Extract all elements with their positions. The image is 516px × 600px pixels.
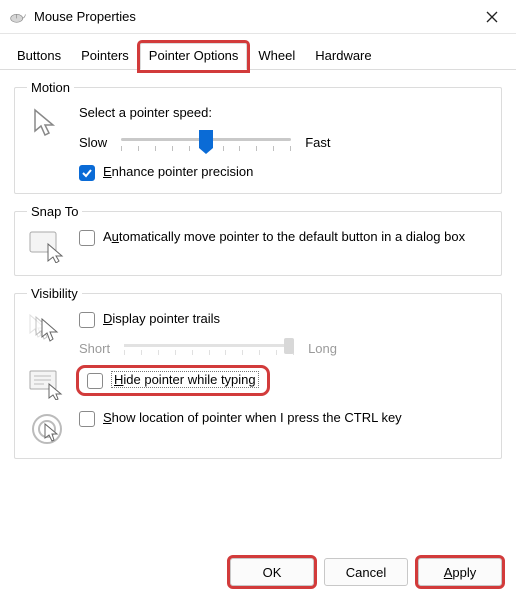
ok-button[interactable]: OK [230, 558, 314, 586]
trails-icon [27, 311, 67, 343]
display-trails-label: Display pointer trails [103, 311, 220, 326]
tab-hardware[interactable]: Hardware [306, 43, 380, 70]
auto-move-label: Automatically move pointer to the defaul… [103, 229, 465, 244]
short-label: Short [79, 341, 110, 356]
slow-label: Slow [79, 135, 107, 150]
enhance-precision-checkbox[interactable]: Enhance pointer precision [79, 164, 489, 181]
close-button[interactable] [474, 3, 510, 31]
check-icon [82, 168, 92, 178]
window-title: Mouse Properties [34, 9, 474, 24]
tab-pointer-options[interactable]: Pointer Options [140, 43, 248, 70]
trail-length-slider [124, 336, 294, 360]
slider-thumb[interactable] [199, 130, 213, 148]
display-trails-checkbox[interactable]: Display pointer trails [79, 311, 489, 328]
apply-button[interactable]: Apply [418, 558, 502, 586]
hide-typing-checkbox[interactable]: Hide pointer while typing [79, 368, 267, 393]
tab-pointers[interactable]: Pointers [72, 43, 138, 70]
checkbox-box[interactable] [79, 230, 95, 246]
hide-typing-label: Hide pointer while typing [111, 372, 259, 387]
dialog-body: Motion Select a pointer speed: Slow Fas [0, 70, 516, 548]
checkbox-box[interactable] [79, 165, 95, 181]
group-motion-legend: Motion [27, 80, 74, 95]
tab-buttons[interactable]: Buttons [8, 43, 70, 70]
group-snap-to: Snap To Automatically move pointer to th… [14, 204, 502, 276]
tab-strip: Buttons Pointers Pointer Options Wheel H… [0, 34, 516, 70]
cancel-button[interactable]: Cancel [324, 558, 408, 586]
group-visibility-legend: Visibility [27, 286, 82, 301]
titlebar: Mouse Properties [0, 0, 516, 34]
group-visibility: Visibility Display pointer trails [14, 286, 502, 459]
mouse-icon [10, 11, 26, 23]
show-location-checkbox[interactable]: Show location of pointer when I press th… [79, 410, 489, 427]
snap-icon [27, 229, 67, 263]
dialog-button-bar: OK Cancel Apply [0, 548, 516, 600]
cursor-icon [27, 105, 67, 141]
mouse-properties-dialog: Mouse Properties Buttons Pointers Pointe… [0, 0, 516, 600]
show-location-icon [27, 410, 67, 446]
checkbox-box[interactable] [79, 312, 95, 328]
auto-move-checkbox[interactable]: Automatically move pointer to the defaul… [79, 229, 489, 246]
hide-typing-icon [27, 368, 67, 400]
fast-label: Fast [305, 135, 330, 150]
select-speed-label: Select a pointer speed: [79, 105, 489, 120]
long-label: Long [308, 341, 337, 356]
checkbox-box[interactable] [79, 411, 95, 427]
close-icon [486, 11, 498, 23]
pointer-speed-slider[interactable] [121, 128, 291, 156]
enhance-precision-label: Enhance pointer precision [103, 164, 253, 179]
group-motion: Motion Select a pointer speed: Slow Fas [14, 80, 502, 194]
slider-thumb [284, 338, 294, 354]
checkbox-box[interactable] [87, 373, 103, 389]
show-location-label: Show location of pointer when I press th… [103, 410, 402, 425]
tab-wheel[interactable]: Wheel [249, 43, 304, 70]
group-snap-legend: Snap To [27, 204, 82, 219]
